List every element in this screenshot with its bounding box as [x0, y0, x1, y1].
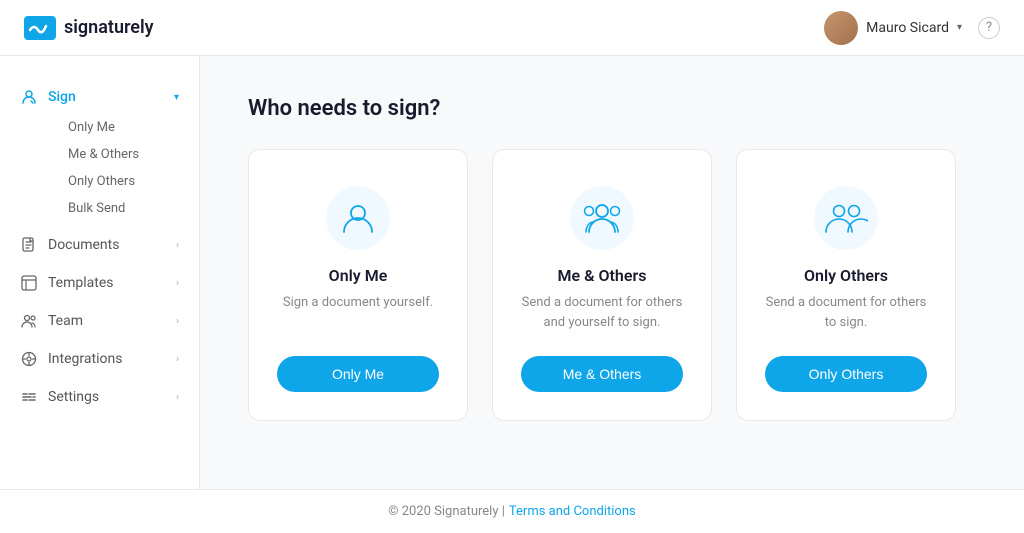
- avatar-image: [824, 11, 858, 45]
- only-others-desc: Send a document for others to sign.: [765, 293, 927, 332]
- footer-copyright: © 2020 Signaturely |: [388, 504, 505, 519]
- sidebar-item-templates[interactable]: Templates ›: [0, 264, 199, 302]
- header-right: Mauro Sicard ▾ ?: [824, 11, 1000, 45]
- chevron-down-icon: ▾: [957, 22, 962, 33]
- only-me-icon: [340, 200, 376, 236]
- only-me-desc: Sign a document yourself.: [283, 293, 433, 332]
- document-icon: [20, 236, 38, 254]
- documents-chevron-icon: ›: [176, 240, 179, 251]
- me-and-others-icon: [582, 200, 622, 236]
- header: signaturely Mauro Sicard ▾ ?: [0, 0, 1024, 56]
- sidebar-subitem-bulk-send[interactable]: Bulk Send: [68, 195, 179, 222]
- terms-link[interactable]: Terms and Conditions: [509, 504, 636, 519]
- templates-chevron-icon: ›: [176, 278, 179, 289]
- integrations-chevron-icon: ›: [176, 354, 179, 365]
- layout: Sign ▾ Only Me Me & Others Only Others B…: [0, 56, 1024, 489]
- me-and-others-title: Me & Others: [558, 266, 647, 285]
- settings-icon: [20, 388, 38, 406]
- card-only-others: Only Others Send a document for others t…: [736, 149, 956, 421]
- main-content: Who needs to sign? Only Me Sign a docume…: [200, 56, 1024, 489]
- integrations-icon: [20, 350, 38, 368]
- logo-text: signaturely: [64, 17, 154, 38]
- sidebar-item-integrations[interactable]: Integrations ›: [0, 340, 199, 378]
- documents-label: Documents: [48, 237, 119, 253]
- integrations-label: Integrations: [48, 351, 122, 367]
- only-others-icon-wrap: [814, 186, 878, 250]
- sign-label: Sign: [48, 89, 76, 105]
- sign-subitems: Only Me Me & Others Only Others Bulk Sen…: [20, 114, 179, 222]
- user-menu[interactable]: Mauro Sicard ▾: [824, 11, 962, 45]
- me-and-others-icon-wrap: [570, 186, 634, 250]
- sign-icon: [20, 88, 38, 106]
- me-and-others-button[interactable]: Me & Others: [521, 356, 683, 392]
- team-label: Team: [48, 313, 83, 329]
- sidebar-subitem-only-me[interactable]: Only Me: [68, 114, 179, 141]
- sidebar-subitem-only-others[interactable]: Only Others: [68, 168, 179, 195]
- sidebar-item-settings[interactable]: Settings ›: [0, 378, 199, 416]
- sidebar: Sign ▾ Only Me Me & Others Only Others B…: [0, 56, 200, 489]
- settings-label: Settings: [48, 389, 99, 405]
- card-me-and-others: Me & Others Send a document for others a…: [492, 149, 712, 421]
- footer: © 2020 Signaturely | Terms and Condition…: [0, 489, 1024, 533]
- only-me-button[interactable]: Only Me: [277, 356, 439, 392]
- only-others-title: Only Others: [804, 266, 888, 285]
- only-others-button[interactable]: Only Others: [765, 356, 927, 392]
- help-icon[interactable]: ?: [978, 17, 1000, 39]
- sign-section: Sign ▾ Only Me Me & Others Only Others B…: [0, 80, 199, 226]
- logo[interactable]: signaturely: [24, 16, 154, 40]
- only-me-title: Only Me: [329, 266, 388, 285]
- me-and-others-desc: Send a document for others and yourself …: [521, 293, 683, 332]
- sign-chevron-icon: ▾: [174, 92, 179, 103]
- template-icon: [20, 274, 38, 292]
- settings-chevron-icon: ›: [176, 392, 179, 403]
- user-name: Mauro Sicard: [866, 20, 949, 36]
- templates-label: Templates: [48, 275, 114, 291]
- cards-row: Only Me Sign a document yourself. Only M…: [248, 149, 976, 421]
- sidebar-item-sign[interactable]: Sign ▾: [20, 80, 179, 114]
- sidebar-subitem-me-and-others[interactable]: Me & Others: [68, 141, 179, 168]
- team-chevron-icon: ›: [176, 316, 179, 327]
- page-title: Who needs to sign?: [248, 96, 976, 121]
- sidebar-item-documents[interactable]: Documents ›: [0, 226, 199, 264]
- only-others-icon: [824, 200, 868, 236]
- avatar: [824, 11, 858, 45]
- only-me-icon-wrap: [326, 186, 390, 250]
- logo-icon: [24, 16, 56, 40]
- card-only-me: Only Me Sign a document yourself. Only M…: [248, 149, 468, 421]
- team-icon: [20, 312, 38, 330]
- sidebar-item-team[interactable]: Team ›: [0, 302, 199, 340]
